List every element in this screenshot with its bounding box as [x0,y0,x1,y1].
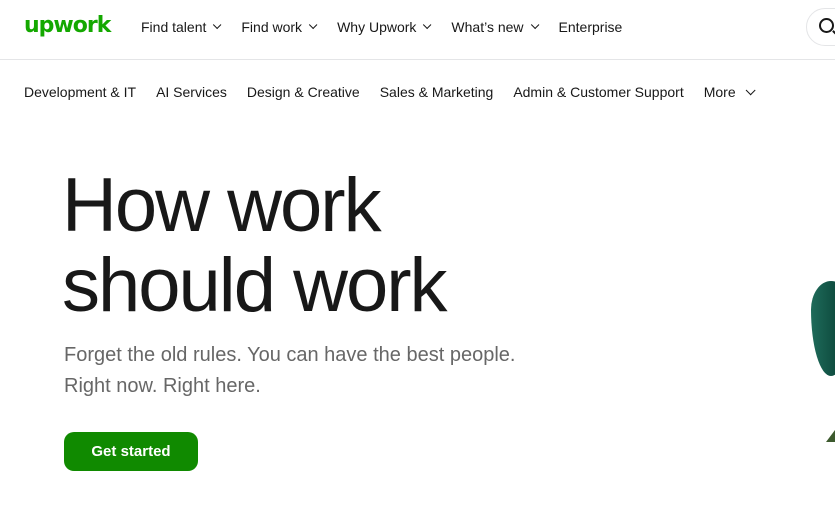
category-admin-support[interactable]: Admin & Customer Support [513,84,683,100]
category-design-creative[interactable]: Design & Creative [247,84,360,100]
category-ai-services[interactable]: AI Services [156,84,227,100]
search-icon [819,18,834,33]
nav-find-work-label: Find work [241,19,303,35]
nav-find-talent[interactable]: Find talent [141,19,222,35]
nav-find-work[interactable]: Find work [241,19,318,35]
hero-subtitle-line1: Forget the old rules. You can have the b… [64,344,516,366]
nav-enterprise-label: Enterprise [558,19,623,35]
nav-enterprise[interactable]: Enterprise [559,19,623,35]
main-nav: Find talent Find work Why Upwork What’s … [141,19,645,35]
category-more[interactable]: More [703,84,756,100]
hero-title-line1: How work [62,163,382,248]
get-started-button[interactable]: Get started [64,432,198,471]
search-button[interactable] [806,8,835,46]
chevron-down-icon [423,20,432,30]
category-sales-marketing[interactable]: Sales & Marketing [380,84,494,100]
hero-image-leaf [811,281,835,376]
upwork-logo[interactable]: upwork [24,13,111,38]
category-bar: Development & IT AI Services Design & Cr… [24,84,772,100]
nav-why-upwork[interactable]: Why Upwork [337,19,432,35]
chevron-down-icon [530,20,539,30]
nav-why-upwork-label: Why Upwork [337,19,417,35]
chevron-down-icon [213,20,222,30]
nav-find-talent-label: Find talent [141,19,207,35]
chevron-down-icon [745,84,756,95]
category-development-it[interactable]: Development & IT [24,84,136,100]
nav-whats-new[interactable]: What’s new [451,19,539,35]
hero-subtitle-line2: Right now. Right here. [64,375,261,397]
chevron-down-icon [308,20,318,30]
top-navigation-bar: upwork Find talent Find work Why Upwork … [0,0,835,60]
hero-image-stem [826,430,835,442]
hero-title-line2: should work [62,243,448,328]
hero-subtitle: Forget the old rules. You can have the b… [64,340,515,402]
hero-title: How work should work [62,163,448,328]
nav-whats-new-label: What’s new [451,19,524,35]
category-more-label: More [703,84,736,100]
